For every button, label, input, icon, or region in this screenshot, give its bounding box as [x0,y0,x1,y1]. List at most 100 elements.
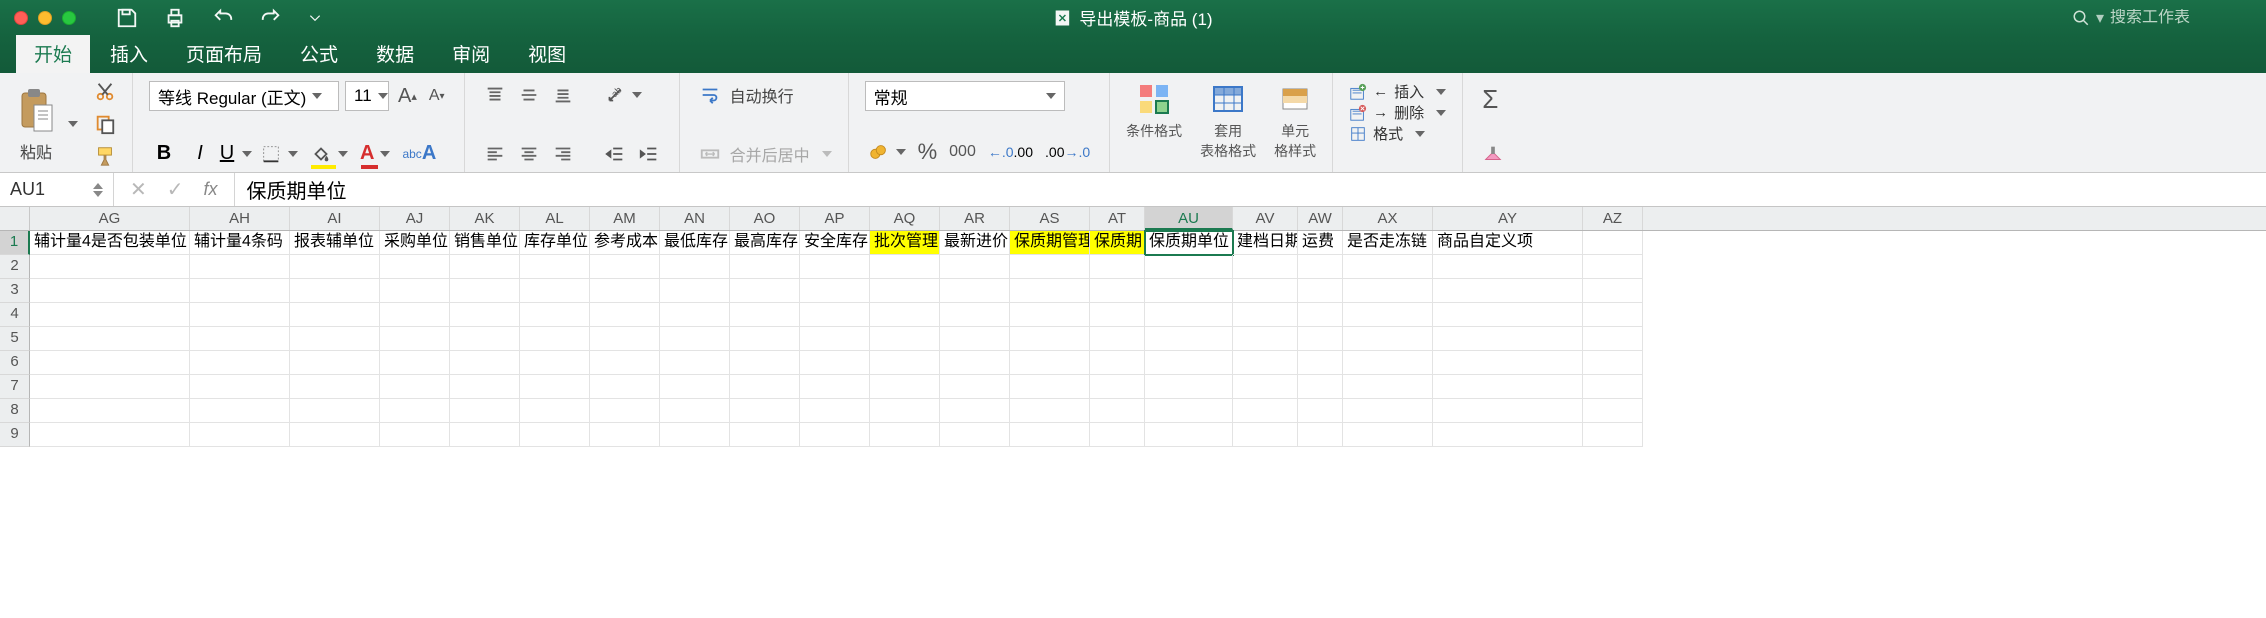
cell-AI9[interactable] [290,423,380,447]
paste-dropdown[interactable] [68,121,78,127]
cell-AP9[interactable] [800,423,870,447]
cell-AV9[interactable] [1233,423,1298,447]
cell-AV5[interactable] [1233,327,1298,351]
increase-indent-icon[interactable] [635,140,663,168]
cell-AZ5[interactable] [1583,327,1643,351]
cell-AO1[interactable]: 最高库存 [730,231,800,255]
format-cells-button[interactable]: 格式 [1349,123,1446,144]
column-header-AP[interactable]: AP [800,207,870,230]
customize-qat-icon[interactable] [308,7,322,29]
align-right-icon[interactable] [549,140,577,168]
cell-AM2[interactable] [590,255,660,279]
close-window-button[interactable] [14,11,28,25]
cell-AH1[interactable]: 辅计量4条码 [190,231,290,255]
cell-AH6[interactable] [190,351,290,375]
delete-cells-button[interactable]: →删除 [1349,102,1446,123]
row-header-5[interactable]: 5 [0,327,30,351]
cell-AK9[interactable] [450,423,520,447]
conditional-format-button[interactable]: 条件格式 [1126,81,1182,168]
cell-AI5[interactable] [290,327,380,351]
format-as-table-button[interactable]: 套用 表格格式 [1200,81,1256,168]
cell-AJ3[interactable] [380,279,450,303]
cell-AQ8[interactable] [870,399,940,423]
column-header-AT[interactable]: AT [1090,207,1145,230]
cell-AG3[interactable] [30,279,190,303]
number-format-selector[interactable]: 常规 [865,81,1065,111]
comma-button[interactable]: 000 [946,140,979,164]
cell-AS9[interactable] [1010,423,1090,447]
cell-AQ2[interactable] [870,255,940,279]
cell-AW4[interactable] [1298,303,1343,327]
increase-font-icon[interactable]: A▴ [395,82,420,111]
copy-icon[interactable] [94,113,116,135]
spreadsheet-grid[interactable]: AGAHAIAJAKALAMANAOAPAQARASATAUAVAWAXAYAZ… [0,207,2266,447]
cell-AS4[interactable] [1010,303,1090,327]
align-top-icon[interactable] [481,81,509,109]
cell-AR8[interactable] [940,399,1010,423]
cell-AJ2[interactable] [380,255,450,279]
cell-AV3[interactable] [1233,279,1298,303]
cell-AN7[interactable] [660,375,730,399]
cell-AX3[interactable] [1343,279,1433,303]
cell-AW1[interactable]: 运费 [1298,231,1343,255]
cell-AS5[interactable] [1010,327,1090,351]
cell-AU6[interactable] [1145,351,1233,375]
cell-AL6[interactable] [520,351,590,375]
align-center-icon[interactable] [515,140,543,168]
cell-AU1[interactable]: 保质期单位 [1145,231,1233,255]
font-name-selector[interactable]: 等线 Regular (正文) [149,81,339,111]
cut-icon[interactable] [94,81,116,103]
minimize-window-button[interactable] [38,11,52,25]
cell-AX5[interactable] [1343,327,1433,351]
autosum-button[interactable]: Σ [1479,81,1501,118]
cell-AW5[interactable] [1298,327,1343,351]
cell-AS8[interactable] [1010,399,1090,423]
row-header-8[interactable]: 8 [0,399,30,423]
column-header-AZ[interactable]: AZ [1583,207,1643,230]
cell-AL4[interactable] [520,303,590,327]
cell-AV6[interactable] [1233,351,1298,375]
cell-AS3[interactable] [1010,279,1090,303]
row-header-6[interactable]: 6 [0,351,30,375]
cell-AY1[interactable]: 商品自定义项 [1433,231,1583,255]
column-header-AI[interactable]: AI [290,207,380,230]
cell-AX1[interactable]: 是否走冻链 [1343,231,1433,255]
cell-AI3[interactable] [290,279,380,303]
bold-button[interactable]: B [149,139,179,168]
column-header-AN[interactable]: AN [660,207,730,230]
cell-AU7[interactable] [1145,375,1233,399]
underline-button[interactable]: U [221,139,251,168]
column-header-AG[interactable]: AG [30,207,190,230]
cell-AP2[interactable] [800,255,870,279]
column-header-AS[interactable]: AS [1010,207,1090,230]
phonetic-guide-button[interactable]: abcA [399,139,439,168]
cell-AK6[interactable] [450,351,520,375]
cell-AL1[interactable]: 库存单位 [520,231,590,255]
cell-AM6[interactable] [590,351,660,375]
clear-button[interactable] [1479,140,1507,168]
cell-AL2[interactable] [520,255,590,279]
orientation-button[interactable]: ab [601,81,645,109]
cell-AX6[interactable] [1343,351,1433,375]
cell-AK5[interactable] [450,327,520,351]
cell-AT5[interactable] [1090,327,1145,351]
cell-AY4[interactable] [1433,303,1583,327]
cell-AL8[interactable] [520,399,590,423]
cell-AT1[interactable]: 保质期 [1090,231,1145,255]
cell-AI8[interactable] [290,399,380,423]
cell-AZ7[interactable] [1583,375,1643,399]
cell-AN9[interactable] [660,423,730,447]
tab-view[interactable]: 视图 [510,32,584,73]
cell-AH2[interactable] [190,255,290,279]
cell-AP1[interactable]: 安全库存 [800,231,870,255]
cell-AT8[interactable] [1090,399,1145,423]
select-all-corner[interactable] [0,207,30,230]
cell-AM5[interactable] [590,327,660,351]
cell-AR5[interactable] [940,327,1010,351]
cell-AI2[interactable] [290,255,380,279]
cell-AU2[interactable] [1145,255,1233,279]
cell-styles-button[interactable]: 单元 格样式 [1274,81,1316,168]
name-box[interactable]: AU1 [0,173,114,206]
cell-AK8[interactable] [450,399,520,423]
cell-AT3[interactable] [1090,279,1145,303]
